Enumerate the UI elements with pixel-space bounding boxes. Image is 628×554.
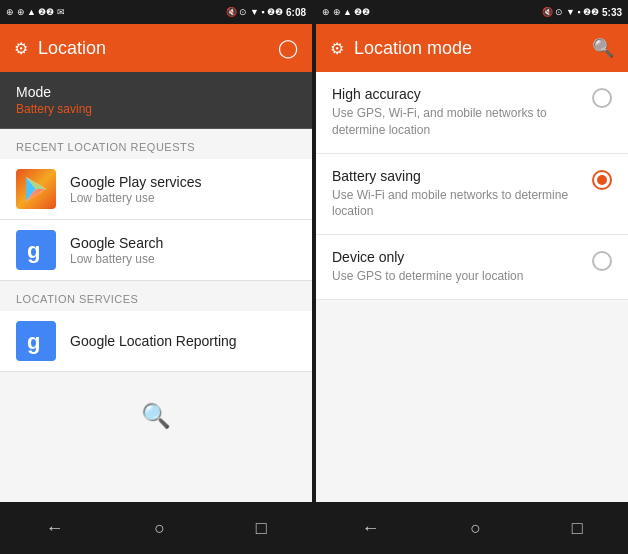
right-status-bar: ⊕ ⊕ ▲ ❷❷ 🔇 ⊙ ▼ ▪ ❷❷ 5:33: [316, 0, 628, 24]
right-recents-button[interactable]: □: [572, 518, 583, 539]
left-phone-screen: ⊕ ⊕ ▲ ❷❷ ✉ 🔇 ⊙ ▼ ▪ ❷❷ 6:08 ⚙ Location ◯ …: [0, 0, 312, 554]
right-home-button[interactable]: ○: [470, 518, 481, 539]
left-status-bar-right: 🔇 ⊙ ▼ ▪ ❷❷ 6:08: [226, 7, 306, 18]
high-accuracy-desc: Use GPS, Wi-Fi, and mobile networks to d…: [332, 105, 580, 139]
google-play-sub: Low battery use: [70, 191, 202, 205]
content-search-area: 🔍: [0, 372, 312, 450]
google-play-title: Google Play services: [70, 174, 202, 190]
high-accuracy-title: High accuracy: [332, 86, 580, 102]
right-nav-bar: ← ○ □: [316, 502, 628, 554]
right-app-bar: ⚙ Location mode 🔍: [316, 24, 628, 72]
right-notification-icons: ⊕ ⊕ ▲ ❷❷: [322, 7, 370, 17]
recent-section-header: RECENT LOCATION REQUESTS: [0, 129, 312, 159]
right-status-bar-left: ⊕ ⊕ ▲ ❷❷: [322, 7, 370, 17]
device-only-title: Device only: [332, 249, 580, 265]
battery-saving-option[interactable]: Battery saving Use Wi-Fi and mobile netw…: [316, 154, 628, 236]
mode-item-title: Mode: [16, 84, 296, 100]
right-settings-gear-icon[interactable]: ⚙: [330, 39, 344, 58]
battery-saving-desc: Use Wi-Fi and mobile networks to determi…: [332, 187, 580, 221]
high-accuracy-option[interactable]: High accuracy Use GPS, Wi-Fi, and mobile…: [316, 72, 628, 154]
high-accuracy-radio[interactable]: [592, 88, 612, 108]
right-screen-title: Location mode: [354, 38, 582, 59]
device-only-text: Device only Use GPS to determine your lo…: [332, 249, 580, 285]
right-system-icons: 🔇 ⊙ ▼ ▪ ❷❷: [542, 7, 599, 17]
left-app-bar: ⚙ Location ◯: [0, 24, 312, 72]
high-accuracy-text: High accuracy Use GPS, Wi-Fi, and mobile…: [332, 86, 580, 139]
left-status-bar-left: ⊕ ⊕ ▲ ❷❷ ✉: [6, 7, 65, 17]
services-section-label: LOCATION SERVICES: [16, 293, 138, 305]
google-search-item[interactable]: g Google Search Low battery use: [0, 220, 312, 281]
right-search-icon[interactable]: 🔍: [592, 37, 614, 59]
battery-saving-text: Battery saving Use Wi-Fi and mobile netw…: [332, 168, 580, 221]
right-phone-screen: ⊕ ⊕ ▲ ❷❷ 🔇 ⊙ ▼ ▪ ❷❷ 5:33 ⚙ Location mode…: [316, 0, 628, 554]
battery-saving-title: Battery saving: [332, 168, 580, 184]
left-time: 6:08: [286, 7, 306, 18]
recent-section-label: RECENT LOCATION REQUESTS: [16, 141, 195, 153]
svg-text:g: g: [27, 238, 40, 263]
left-nav-bar: ← ○ □: [0, 502, 312, 554]
right-status-bar-right: 🔇 ⊙ ▼ ▪ ❷❷ 5:33: [542, 7, 622, 18]
left-recents-button[interactable]: □: [256, 518, 267, 539]
left-home-button[interactable]: ○: [154, 518, 165, 539]
google-search-icon: g: [16, 230, 56, 270]
right-back-button[interactable]: ←: [361, 518, 379, 539]
left-back-button[interactable]: ←: [45, 518, 63, 539]
left-screen-title: Location: [38, 38, 268, 59]
google-location-icon: g: [16, 321, 56, 361]
google-location-item[interactable]: g Google Location Reporting: [0, 311, 312, 372]
google-play-item[interactable]: Google Play services Low battery use: [0, 159, 312, 220]
mode-item-subtitle: Battery saving: [16, 102, 296, 116]
left-status-bar: ⊕ ⊕ ▲ ❷❷ ✉ 🔇 ⊙ ▼ ▪ ❷❷ 6:08: [0, 0, 312, 24]
google-search-title: Google Search: [70, 235, 163, 251]
left-notification-icons: ⊕ ⊕ ▲ ❷❷ ✉: [6, 7, 65, 17]
left-content: Mode Battery saving RECENT LOCATION REQU…: [0, 72, 312, 502]
right-content: High accuracy Use GPS, Wi-Fi, and mobile…: [316, 72, 628, 502]
google-location-text: Google Location Reporting: [70, 333, 237, 349]
svg-text:g: g: [27, 329, 40, 354]
google-play-text: Google Play services Low battery use: [70, 174, 202, 205]
content-search-icon[interactable]: 🔍: [141, 402, 171, 430]
settings-gear-icon[interactable]: ⚙: [14, 39, 28, 58]
device-only-desc: Use GPS to determine your location: [332, 268, 580, 285]
overflow-circle-icon[interactable]: ◯: [278, 37, 298, 59]
left-system-icons: 🔇 ⊙ ▼ ▪ ❷❷: [226, 7, 283, 17]
google-play-icon: [16, 169, 56, 209]
right-time: 5:33: [602, 7, 622, 18]
google-location-title: Google Location Reporting: [70, 333, 237, 349]
mode-item[interactable]: Mode Battery saving: [0, 72, 312, 129]
google-search-sub: Low battery use: [70, 252, 163, 266]
device-only-radio[interactable]: [592, 251, 612, 271]
services-section-header: LOCATION SERVICES: [0, 281, 312, 311]
battery-saving-radio[interactable]: [592, 170, 612, 190]
device-only-option[interactable]: Device only Use GPS to determine your lo…: [316, 235, 628, 300]
google-search-text: Google Search Low battery use: [70, 235, 163, 266]
